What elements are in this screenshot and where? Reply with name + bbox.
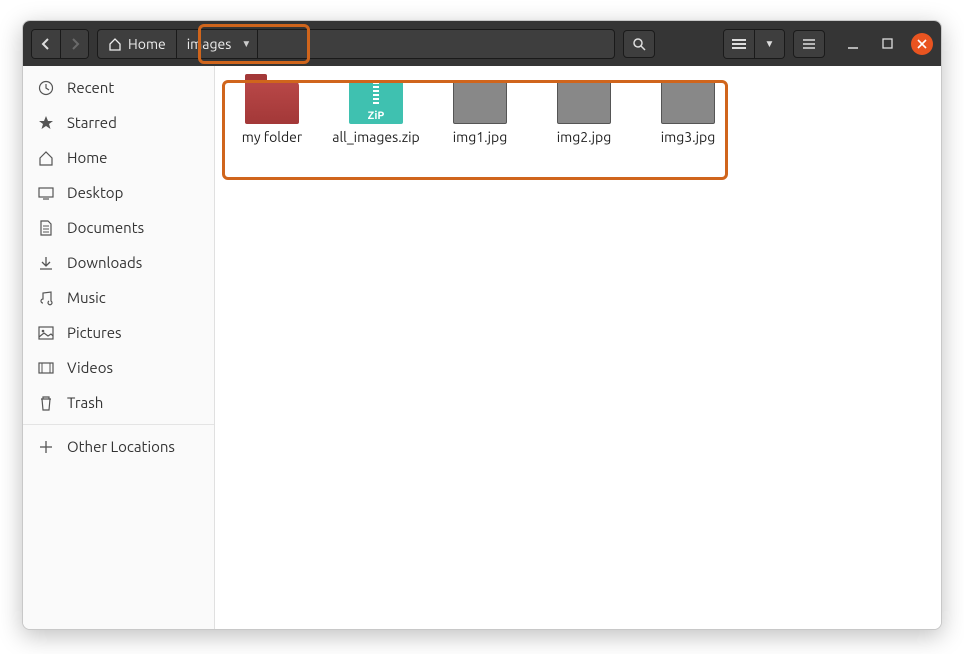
- close-button[interactable]: [911, 33, 933, 55]
- image-thumb: [661, 80, 715, 124]
- sidebar-item-label: Videos: [67, 359, 113, 376]
- sidebar-item-label: Recent: [67, 79, 114, 96]
- sidebar-item-downloads[interactable]: Downloads: [23, 245, 214, 280]
- pathbar: Home images ▼: [97, 29, 615, 59]
- path-home[interactable]: Home: [98, 30, 177, 58]
- forward-button[interactable]: [60, 30, 88, 58]
- sidebar-item-label: Documents: [67, 219, 144, 236]
- sidebar-item-desktop[interactable]: Desktop: [23, 175, 214, 210]
- downloads-icon: [37, 255, 55, 271]
- home-icon: [37, 150, 55, 166]
- sidebar-item-label: Downloads: [67, 254, 142, 271]
- files-area[interactable]: my folder all_images.zip img1.jpg img2.j…: [215, 66, 941, 629]
- zip-icon: [349, 80, 403, 124]
- file-label: img1.jpg: [453, 129, 508, 146]
- sidebar-item-videos[interactable]: Videos: [23, 350, 214, 385]
- file-label: all_images.zip: [332, 129, 419, 146]
- sidebar-item-recent[interactable]: Recent: [23, 70, 214, 105]
- minimize-button[interactable]: [843, 34, 863, 54]
- file-label: my folder: [242, 129, 302, 146]
- sidebar-item-label: Other Locations: [67, 438, 175, 455]
- sidebar-item-label: Home: [67, 149, 107, 166]
- sidebar-item-label: Pictures: [67, 324, 122, 341]
- chevron-down-icon: ▼: [241, 38, 251, 50]
- sidebar-item-label: Trash: [67, 394, 103, 411]
- files-grid: my folder all_images.zip img1.jpg img2.j…: [233, 80, 923, 146]
- sidebar-item-trash[interactable]: Trash: [23, 385, 214, 420]
- path-current-label: images: [187, 36, 232, 52]
- file-item-img2[interactable]: img2.jpg: [545, 80, 623, 146]
- view-dropdown-button[interactable]: ▼: [754, 30, 784, 58]
- maximize-button[interactable]: [877, 34, 897, 54]
- plus-icon: [37, 440, 55, 454]
- hamburger-menu-button[interactable]: [793, 30, 825, 58]
- path-current[interactable]: images ▼: [177, 30, 258, 58]
- path-home-label: Home: [128, 36, 166, 52]
- pictures-icon: [37, 325, 55, 341]
- folder-icon: [245, 80, 299, 124]
- sidebar: Recent Starred Home Desktop Documents Do…: [23, 66, 215, 629]
- sidebar-item-documents[interactable]: Documents: [23, 210, 214, 245]
- sidebar-item-label: Desktop: [67, 184, 123, 201]
- body: Recent Starred Home Desktop Documents Do…: [23, 66, 941, 629]
- sidebar-item-pictures[interactable]: Pictures: [23, 315, 214, 350]
- list-view-button[interactable]: [724, 30, 754, 58]
- star-icon: [37, 115, 55, 131]
- file-label: img2.jpg: [557, 129, 612, 146]
- sidebar-item-home[interactable]: Home: [23, 140, 214, 175]
- sidebar-item-starred[interactable]: Starred: [23, 105, 214, 140]
- nav-buttons: [31, 29, 89, 59]
- clock-icon: [37, 80, 55, 96]
- sidebar-item-label: Starred: [67, 114, 117, 131]
- file-manager-window: Home images ▼ ▼: [22, 20, 942, 630]
- sidebar-item-label: Music: [67, 289, 106, 306]
- sidebar-separator: [23, 424, 214, 425]
- file-item-zip[interactable]: all_images.zip: [337, 80, 415, 146]
- headerbar: Home images ▼ ▼: [23, 21, 941, 66]
- desktop-icon: [37, 185, 55, 201]
- sidebar-item-other-locations[interactable]: Other Locations: [23, 429, 214, 464]
- home-icon: [108, 37, 122, 51]
- file-item-folder[interactable]: my folder: [233, 80, 311, 146]
- file-item-img1[interactable]: img1.jpg: [441, 80, 519, 146]
- trash-icon: [37, 395, 55, 411]
- image-thumb: [557, 80, 611, 124]
- file-item-img3[interactable]: img3.jpg: [649, 80, 727, 146]
- music-icon: [37, 290, 55, 306]
- sidebar-item-music[interactable]: Music: [23, 280, 214, 315]
- window-controls: [843, 33, 933, 55]
- documents-icon: [37, 220, 55, 236]
- videos-icon: [37, 360, 55, 376]
- image-thumb: [453, 80, 507, 124]
- back-button[interactable]: [32, 30, 60, 58]
- view-switcher: ▼: [723, 29, 785, 59]
- search-button[interactable]: [623, 30, 655, 58]
- file-label: img3.jpg: [661, 129, 716, 146]
